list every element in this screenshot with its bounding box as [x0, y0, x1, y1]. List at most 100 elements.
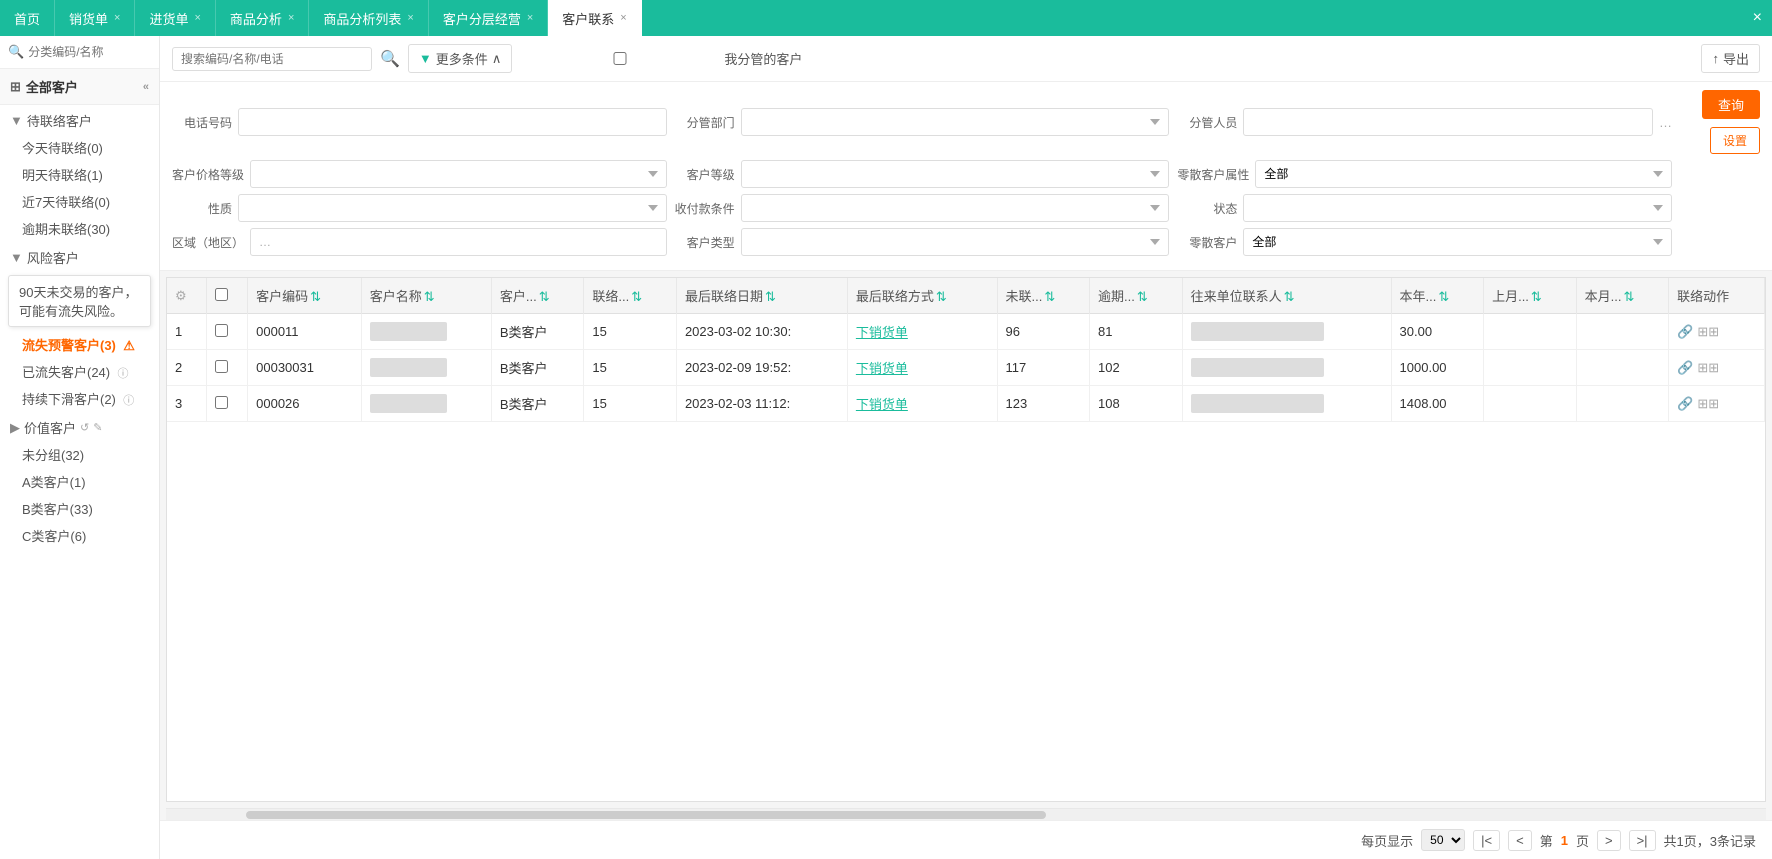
- settings-button[interactable]: 设置: [1710, 127, 1760, 154]
- action-link-icon[interactable]: 🔗: [1677, 324, 1693, 339]
- first-page-button[interactable]: |<: [1473, 830, 1500, 851]
- row-checkbox-0[interactable]: [215, 324, 228, 337]
- tab-close-customer-tier[interactable]: ×: [527, 12, 533, 24]
- action-grid-icon[interactable]: ⊞⊞: [1697, 396, 1719, 411]
- sort-icon-type[interactable]: ⇅: [539, 289, 550, 304]
- area-input[interactable]: …: [250, 228, 667, 256]
- td-name: ████: [361, 314, 491, 350]
- td-action[interactable]: 🔗 ⊞⊞: [1669, 386, 1765, 422]
- sort-icon-un[interactable]: ⇅: [1044, 289, 1055, 304]
- dept-select[interactable]: [741, 108, 1170, 136]
- scroll-thumb[interactable]: [246, 811, 1046, 819]
- tab-close-analysis[interactable]: ×: [288, 12, 294, 24]
- tab-close-customer-contact[interactable]: ×: [620, 12, 626, 24]
- sidebar-item-ungrouped[interactable]: 未分组(32): [0, 441, 159, 468]
- sidebar-item-churned[interactable]: 已流失客户(24) ⓘ: [0, 358, 159, 385]
- sort-icon-date[interactable]: ⇅: [765, 289, 776, 304]
- person-input[interactable]: [1243, 108, 1653, 136]
- prev-page-button[interactable]: <: [1508, 830, 1532, 851]
- sidebar-item-today[interactable]: 今天待联络(0): [0, 134, 159, 161]
- sidebar-group-risk[interactable]: ▼ 风险客户: [0, 242, 159, 271]
- sidebar-item-declining[interactable]: 持续下滑客户(2) ⓘ: [0, 385, 159, 412]
- last-page-button[interactable]: >|: [1629, 830, 1656, 851]
- row-checkbox-1[interactable]: [215, 360, 228, 373]
- tab-close-sales[interactable]: ×: [114, 12, 120, 24]
- my-customers-checkbox-label[interactable]: 我分管的客户: [520, 49, 802, 68]
- tab-customer-tier[interactable]: 客户分层经营 ×: [429, 0, 548, 36]
- my-customers-checkbox[interactable]: [520, 52, 720, 65]
- sort-icon-name[interactable]: ⇅: [424, 289, 435, 304]
- sort-icon-contact[interactable]: ⇅: [631, 289, 642, 304]
- phone-input[interactable]: [238, 108, 667, 136]
- sort-icon-lmonth[interactable]: ⇅: [1531, 289, 1542, 304]
- sort-icon-tmonth[interactable]: ⇅: [1623, 289, 1634, 304]
- td-action[interactable]: 🔗 ⊞⊞: [1669, 314, 1765, 350]
- filter-area: 区域（地区） …: [172, 228, 667, 256]
- tab-purchase[interactable]: 进货单 ×: [135, 0, 215, 36]
- select-all-checkbox[interactable]: [215, 288, 228, 301]
- sidebar-group-value[interactable]: ▶ 价值客户 ↺ ✎: [0, 412, 159, 441]
- tab-close-purchase[interactable]: ×: [194, 12, 200, 24]
- action-grid-icon[interactable]: ⊞⊞: [1697, 360, 1719, 375]
- tab-customer-contact[interactable]: 客户联系 ×: [548, 0, 641, 36]
- tab-analysis-list[interactable]: 商品分析列表 ×: [309, 0, 428, 36]
- sidebar-item-7days[interactable]: 近7天待联络(0): [0, 188, 159, 215]
- person-more-icon[interactable]: …: [1659, 115, 1672, 130]
- sidebar-group-pending[interactable]: ▼ 待联络客户: [0, 105, 159, 134]
- sidebar-item-c-class[interactable]: C类客户(6): [0, 522, 159, 549]
- sort-icon-year[interactable]: ⇅: [1438, 289, 1449, 304]
- table-row: 2 00030031 ████ B类客户 15 2023-02-09 19:52…: [167, 350, 1765, 386]
- th-contact-person: 往来单位联系人⇅: [1182, 278, 1391, 314]
- td-last-way[interactable]: 下销货单: [847, 314, 997, 350]
- sidebar-item-churn-warning[interactable]: 流失预警客户(3) ⚠: [0, 331, 159, 358]
- payment-label: 收付款条件: [675, 200, 735, 217]
- tab-analysis[interactable]: 商品分析 ×: [216, 0, 309, 36]
- td-type: B类客户: [491, 386, 584, 422]
- sort-icon-way[interactable]: ⇅: [936, 289, 947, 304]
- window-close-button[interactable]: ×: [1753, 9, 1772, 27]
- tab-sales[interactable]: 销货单 ×: [55, 0, 135, 36]
- sidebar-item-overdue[interactable]: 逾期未联络(30): [0, 215, 159, 242]
- td-action[interactable]: 🔗 ⊞⊞: [1669, 350, 1765, 386]
- status-select[interactable]: [1243, 194, 1672, 222]
- search-input[interactable]: [172, 47, 372, 71]
- nature-select[interactable]: [238, 194, 667, 222]
- row-checkbox-2[interactable]: [215, 396, 228, 409]
- price-grade-select[interactable]: [250, 160, 667, 188]
- td-checkbox[interactable]: [206, 350, 248, 386]
- td-checkbox[interactable]: [206, 386, 248, 422]
- td-last-way[interactable]: 下销货单: [847, 350, 997, 386]
- gear-icon[interactable]: ⚙: [175, 288, 187, 303]
- sidebar-item-a-class[interactable]: A类客户(1): [0, 468, 159, 495]
- sort-icon-code[interactable]: ⇅: [310, 289, 321, 304]
- sidebar-search-input[interactable]: [28, 45, 151, 59]
- sort-icon-overdue[interactable]: ⇅: [1137, 289, 1148, 304]
- zero-customer-select[interactable]: 全部: [1243, 228, 1672, 256]
- next-page-button[interactable]: >: [1597, 830, 1621, 851]
- search-button-icon[interactable]: 🔍: [380, 49, 400, 69]
- all-customers-header[interactable]: ⊞ 全部客户 «: [0, 69, 159, 105]
- export-button[interactable]: ↑ 导出: [1701, 44, 1760, 73]
- customer-type-select[interactable]: [741, 228, 1170, 256]
- page-size-select[interactable]: 50: [1421, 829, 1465, 851]
- payment-select[interactable]: [741, 194, 1170, 222]
- customer-grade-select[interactable]: [741, 160, 1170, 188]
- more-conditions-button[interactable]: ▼ 更多条件 ∧: [408, 44, 512, 73]
- action-link-icon[interactable]: 🔗: [1677, 396, 1693, 411]
- action-grid-icon[interactable]: ⊞⊞: [1697, 324, 1719, 339]
- td-last-way[interactable]: 下销货单: [847, 386, 997, 422]
- th-settings[interactable]: ⚙: [167, 278, 206, 314]
- tab-close-analysis-list[interactable]: ×: [407, 12, 413, 24]
- td-checkbox[interactable]: [206, 314, 248, 350]
- tab-home[interactable]: 首页: [0, 0, 55, 36]
- sort-icon-person[interactable]: ⇅: [1284, 289, 1295, 304]
- horizontal-scrollbar[interactable]: [166, 808, 1766, 820]
- th-checkbox[interactable]: [206, 278, 248, 314]
- query-button[interactable]: 查询: [1702, 90, 1760, 119]
- sidebar-item-tomorrow[interactable]: 明天待联络(1): [0, 161, 159, 188]
- action-link-icon[interactable]: 🔗: [1677, 360, 1693, 375]
- refresh-icon[interactable]: ↺: [80, 421, 89, 434]
- zero-attr-select[interactable]: 全部: [1255, 160, 1672, 188]
- sidebar-item-b-class[interactable]: B类客户(33): [0, 495, 159, 522]
- edit-icon[interactable]: ✎: [93, 421, 102, 434]
